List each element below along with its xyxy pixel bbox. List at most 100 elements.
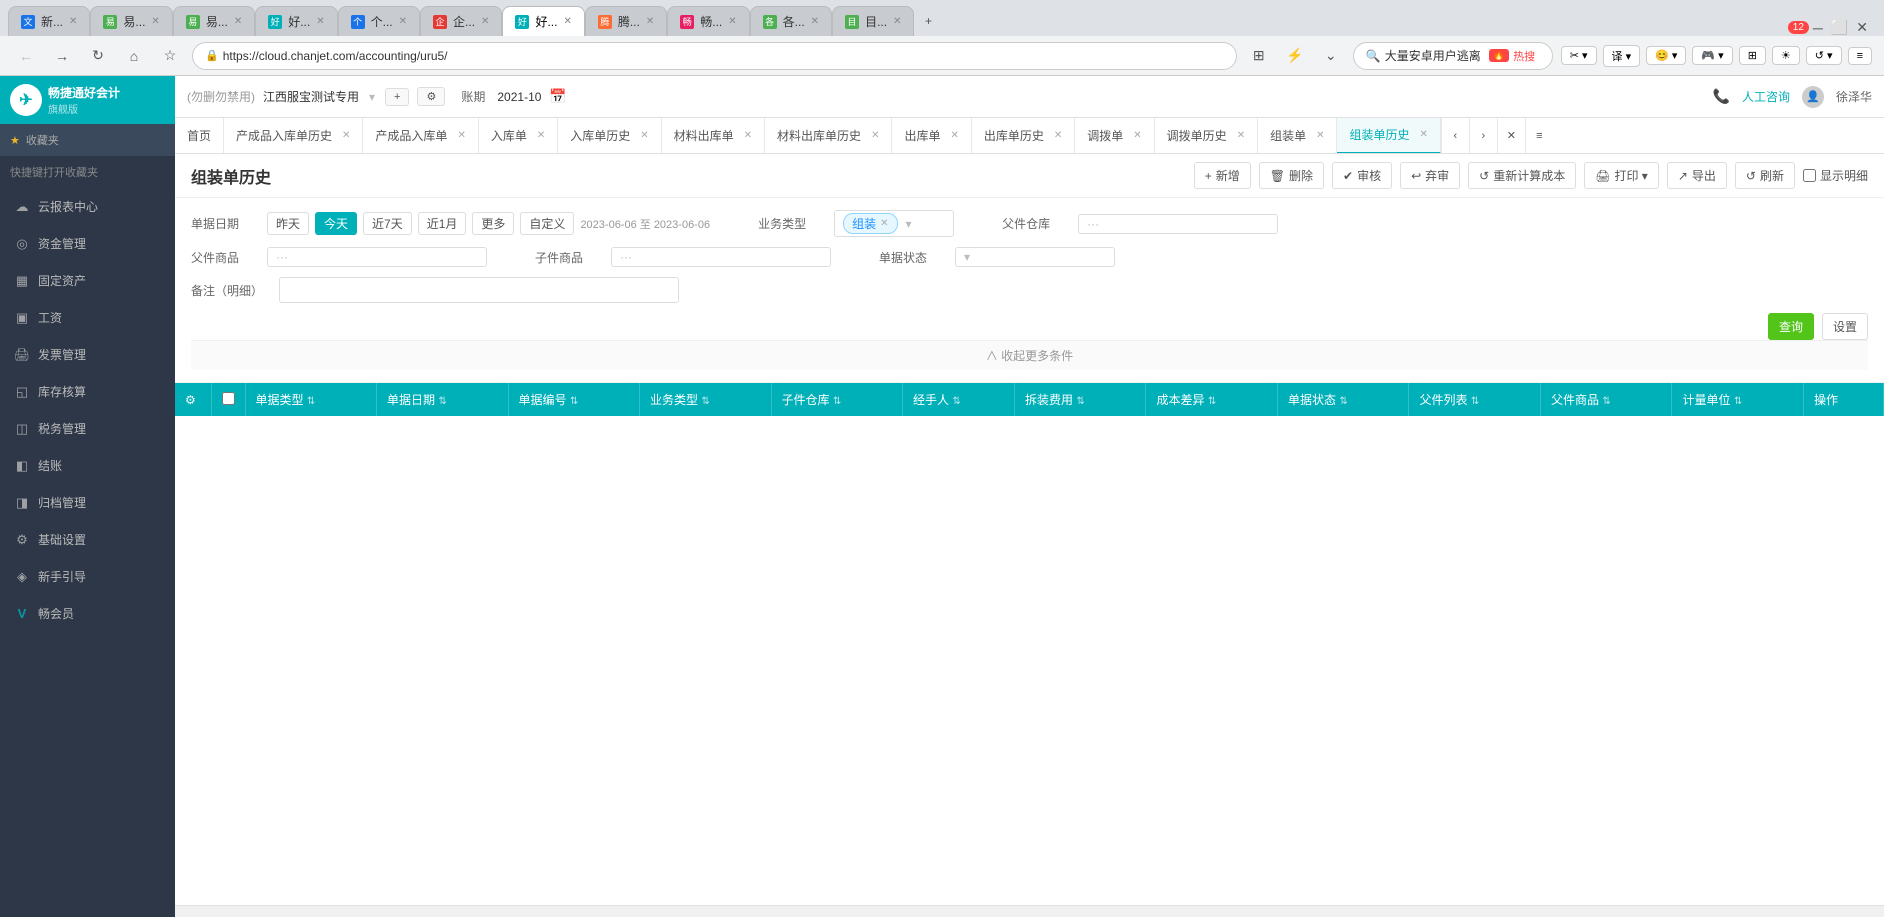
consult-label[interactable]: 人工咨询: [1742, 88, 1790, 105]
parent-warehouse-input[interactable]: ···: [1078, 214, 1278, 234]
sidebar-account[interactable]: ★ 收藏夹: [0, 124, 175, 156]
date-custom[interactable]: 自定义: [520, 212, 574, 235]
parent-goods-input[interactable]: ···: [267, 247, 487, 267]
sidebar-item-settings[interactable]: ⚙ 基础设置: [0, 521, 175, 558]
browser-tab-1[interactable]: 文 新... ✕: [8, 6, 90, 36]
app-tab-close-material-out[interactable]: ✕: [744, 130, 752, 141]
home-btn[interactable]: ⌂: [120, 42, 148, 70]
browser-close-btn[interactable]: ✕: [1856, 19, 1868, 36]
date-today[interactable]: 今天: [315, 212, 357, 235]
browser-tab-8[interactable]: 腾 腾... ✕: [585, 6, 667, 36]
app-tab-in-order[interactable]: 入库单 ✕: [479, 118, 558, 154]
browser-tab-10[interactable]: 各 各... ✕: [750, 6, 832, 36]
app-tab-close-produce-in-history[interactable]: ✕: [342, 130, 350, 141]
tab-close-all[interactable]: ✕: [1497, 118, 1525, 154]
browser-tab-4[interactable]: 好 好... ✕: [255, 6, 337, 36]
browser-tab-close-6[interactable]: ✕: [481, 16, 489, 27]
app-tab-close-out-history[interactable]: ✕: [1054, 130, 1062, 141]
sidebar-item-archive[interactable]: ◨ 归档管理: [0, 484, 175, 521]
app-tab-close-in-history[interactable]: ✕: [640, 130, 648, 141]
app-tab-close-material-out-history[interactable]: ✕: [871, 130, 879, 141]
print-btn[interactable]: 🖨 打印 ▾: [1584, 162, 1659, 189]
browser-tab-9[interactable]: 畅 畅... ✕: [667, 6, 749, 36]
profile-btn[interactable]: ⌄: [1317, 42, 1345, 70]
refresh-page-btn[interactable]: ↺ 刷新: [1735, 162, 1795, 189]
app-tab-produce-in-history[interactable]: 产成品入库单历史 ✕: [224, 118, 363, 154]
browser-tab-7[interactable]: 好 好... ✕: [502, 6, 584, 36]
delete-btn[interactable]: 🗑 删除: [1259, 162, 1324, 189]
sidebar-item-inventory[interactable]: ◱ 库存核算: [0, 373, 175, 410]
app-tab-assemble[interactable]: 调拨单 ✕: [1075, 118, 1154, 154]
sidebar-item-report[interactable]: ☁ 云报表中心: [0, 188, 175, 225]
calendar-icon[interactable]: 📅: [549, 88, 566, 105]
date-1month[interactable]: 近1月: [418, 212, 467, 235]
new-tab-btn[interactable]: +: [914, 6, 942, 36]
col-order-type[interactable]: 单据类型 ⇅: [245, 383, 377, 416]
app-tab-close-produce-in[interactable]: ✕: [457, 130, 465, 141]
add-company-btn[interactable]: +: [385, 88, 409, 106]
menu-icon[interactable]: ≡: [1848, 47, 1872, 65]
order-status-select[interactable]: ▾: [955, 247, 1115, 267]
sidebar-item-fund[interactable]: ◎ 资金管理: [0, 225, 175, 262]
audit-btn[interactable]: ✔ 审核: [1332, 162, 1392, 189]
sidebar-item-asset[interactable]: ▦ 固定资产: [0, 262, 175, 299]
bottom-scrollbar[interactable]: [175, 905, 1884, 917]
forward-btn[interactable]: →: [48, 42, 76, 70]
col-order-no[interactable]: 单据编号 ⇅: [508, 383, 640, 416]
tab-more[interactable]: ≡: [1525, 118, 1553, 154]
grid-icon[interactable]: ⊞: [1739, 46, 1766, 65]
app-tab-close-group-order[interactable]: ✕: [1316, 130, 1324, 141]
app-tab-assemble-history[interactable]: 调拨单历史 ✕: [1155, 118, 1258, 154]
query-btn[interactable]: 查询: [1768, 313, 1814, 340]
child-goods-input[interactable]: ···: [611, 247, 831, 267]
sidebar-item-salary[interactable]: ▣ 工资: [0, 299, 175, 336]
browser-tab-close-5[interactable]: ✕: [399, 16, 407, 27]
refresh-btn[interactable]: ↻: [84, 42, 112, 70]
filter-settings-btn[interactable]: 设置: [1822, 313, 1868, 340]
browser-tab-close-8[interactable]: ✕: [646, 16, 654, 27]
app-tab-group-order[interactable]: 组装单 ✕: [1258, 118, 1337, 154]
biz-type-tag-close[interactable]: ✕: [880, 218, 888, 229]
star-btn[interactable]: ☆: [156, 42, 184, 70]
show-detail-label[interactable]: 显示明细: [1803, 167, 1868, 184]
biz-type-selector[interactable]: 组装 ✕ ▾: [834, 210, 954, 237]
qr-btn[interactable]: ⊞: [1245, 42, 1273, 70]
col-handler[interactable]: 经手人 ⇅: [903, 383, 1015, 416]
col-settings[interactable]: ⚙: [175, 383, 211, 416]
col-child-warehouse[interactable]: 子件仓库 ⇅: [771, 383, 903, 416]
browser-tab-3[interactable]: 易 易... ✕: [173, 6, 255, 36]
tab-scroll-right[interactable]: ›: [1469, 118, 1497, 154]
app-tab-home[interactable]: 首页: [175, 118, 224, 154]
company-settings-btn[interactable]: ⚙: [417, 87, 445, 106]
browser-tab-close-3[interactable]: ✕: [234, 16, 242, 27]
browser-tab-6[interactable]: 企 企... ✕: [420, 6, 502, 36]
emoji-icon[interactable]: 😊 ▾: [1646, 46, 1686, 65]
sidebar-item-invoice[interactable]: 🖨 发票管理: [0, 336, 175, 373]
app-tab-material-out-history[interactable]: 材料出库单历史 ✕: [765, 118, 892, 154]
col-order-date[interactable]: 单据日期 ⇅: [377, 383, 509, 416]
col-parent-list[interactable]: 父件列表 ⇅: [1409, 383, 1541, 416]
app-tab-material-out[interactable]: 材料出库单 ✕: [662, 118, 765, 154]
show-detail-checkbox[interactable]: [1803, 169, 1816, 182]
collapse-bar[interactable]: ∧ 收起更多条件: [191, 340, 1868, 370]
new-record-btn[interactable]: + + 新增 新增: [1194, 162, 1251, 189]
tab-scroll-left[interactable]: ‹: [1441, 118, 1469, 154]
history-icon[interactable]: ↺ ▾: [1806, 46, 1842, 65]
theme-icon[interactable]: ☀: [1772, 46, 1800, 65]
col-biz-type[interactable]: 业务类型 ⇅: [640, 383, 772, 416]
col-order-status[interactable]: 单据状态 ⇅: [1277, 383, 1409, 416]
address-bar[interactable]: 🔒 https://cloud.chanjet.com/accounting/u…: [192, 42, 1237, 70]
col-parent-goods[interactable]: 父件商品 ⇅: [1540, 383, 1672, 416]
app-tab-group-history[interactable]: 组装单历史 ✕: [1337, 118, 1440, 154]
sidebar-item-vip[interactable]: V 畅会员: [0, 595, 175, 632]
cut-icon[interactable]: ✂ ▾: [1561, 46, 1597, 65]
browser-tab-close-1[interactable]: ✕: [69, 16, 77, 27]
col-unit[interactable]: 计量单位 ⇅: [1672, 383, 1804, 416]
app-tab-out-order[interactable]: 出库单 ✕: [892, 118, 971, 154]
extension-btn[interactable]: ⚡: [1281, 42, 1309, 70]
export-btn[interactable]: ↗ 导出: [1667, 162, 1727, 189]
col-disassemble-cost[interactable]: 拆装费用 ⇅: [1014, 383, 1146, 416]
sidebar-item-guide[interactable]: ◈ 新手引导: [0, 558, 175, 595]
app-tab-close-assemble[interactable]: ✕: [1133, 130, 1141, 141]
browser-minimize-btn[interactable]: ─: [1813, 20, 1823, 36]
